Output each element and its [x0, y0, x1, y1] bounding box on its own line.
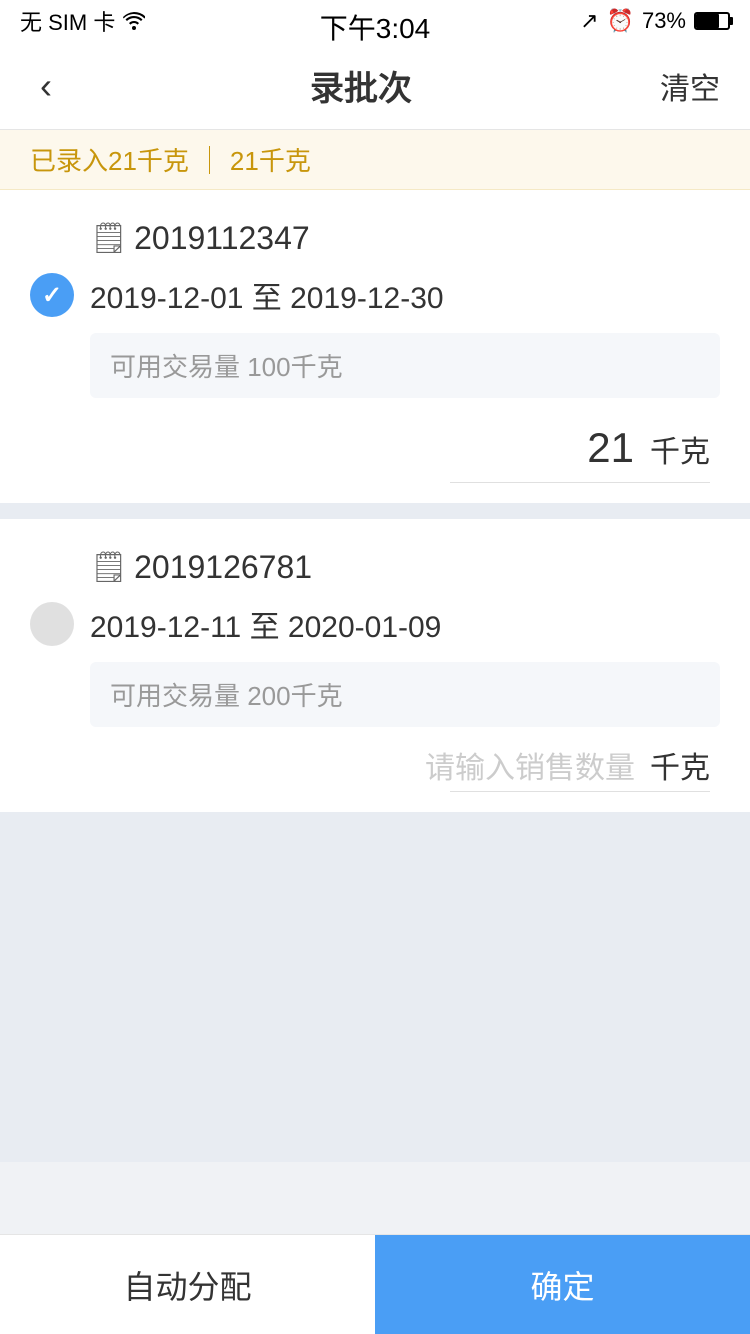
recorded-text: 已录入21千克: [30, 141, 189, 178]
bottom-bar: 自动分配 确定: [0, 1234, 750, 1334]
batch2-divider: [450, 791, 710, 792]
auto-distribute-button[interactable]: 自动分配: [0, 1235, 375, 1334]
batch1-header: 🗒 2019112347: [30, 220, 720, 257]
check-icon: ✓: [42, 281, 62, 310]
battery-percent: 73%: [642, 8, 686, 34]
location-icon: ↗: [580, 8, 598, 34]
batch1-row: ✓ 2019-12-01 至 2019-12-30: [30, 273, 720, 317]
batch1-id: 2019112347: [134, 220, 310, 257]
status-bar: 无 SIM 卡 下午3:04 ↗ ⏰ 73%: [0, 0, 750, 42]
batch1-amount-value: 21: [587, 424, 634, 472]
batch2-volume: 可用交易量 200千克: [110, 681, 343, 711]
info-divider: [209, 146, 210, 174]
batch1-card: 🗒 2019112347 ✓ 2019-12-01 至 2019-12-30 可…: [0, 190, 750, 503]
nav-bar: ‹ 录批次 清空: [0, 42, 750, 130]
batch1-divider: [450, 482, 710, 483]
batch1-checkbox[interactable]: ✓: [30, 273, 74, 317]
confirm-button[interactable]: 确定: [375, 1235, 750, 1334]
batch2-input-row: 千克: [30, 743, 710, 787]
status-left: 无 SIM 卡: [20, 5, 145, 37]
batch2-date: 2019-12-11 至 2020-01-09: [90, 602, 441, 646]
batch1-date: 2019-12-01 至 2019-12-30: [90, 273, 444, 317]
page-title: 录批次: [310, 61, 412, 110]
battery-icon: [694, 12, 730, 30]
batch1-amount-row: 21 千克: [30, 424, 710, 472]
section-divider-1: [0, 503, 750, 519]
batch2-checkbox[interactable]: [30, 602, 74, 646]
batch2-quantity-input[interactable]: [350, 752, 650, 786]
status-right: ↗ ⏰ 73%: [580, 8, 730, 34]
batch1-amount-unit: 千克: [650, 427, 710, 471]
status-time: 下午3:04: [320, 7, 431, 47]
batch1-volume-box: 可用交易量 100千克: [90, 333, 720, 398]
batch2-row: 2019-12-11 至 2020-01-09: [30, 602, 720, 646]
info-banner: 已录入21千克 21千克: [0, 130, 750, 190]
gray-area: [0, 812, 750, 1162]
batch2-icon: 🗒: [90, 550, 128, 585]
back-button[interactable]: ‹: [30, 55, 62, 117]
batch1-volume: 可用交易量 100千克: [110, 352, 343, 382]
batch2-unit: 千克: [650, 743, 710, 787]
wifi-icon: [123, 12, 145, 30]
carrier-text: 无 SIM 卡: [20, 5, 115, 37]
clear-button[interactable]: 清空: [660, 64, 720, 108]
alarm-icon: ⏰: [607, 8, 634, 34]
batch2-card: 🗒 2019126781 2019-12-11 至 2020-01-09 可用交…: [0, 519, 750, 812]
total-text: 21千克: [230, 141, 311, 178]
batch1-icon: 🗒: [90, 221, 128, 256]
batch2-header: 🗒 2019126781: [30, 549, 720, 586]
batch2-id: 2019126781: [134, 549, 312, 586]
batch2-volume-box: 可用交易量 200千克: [90, 662, 720, 727]
